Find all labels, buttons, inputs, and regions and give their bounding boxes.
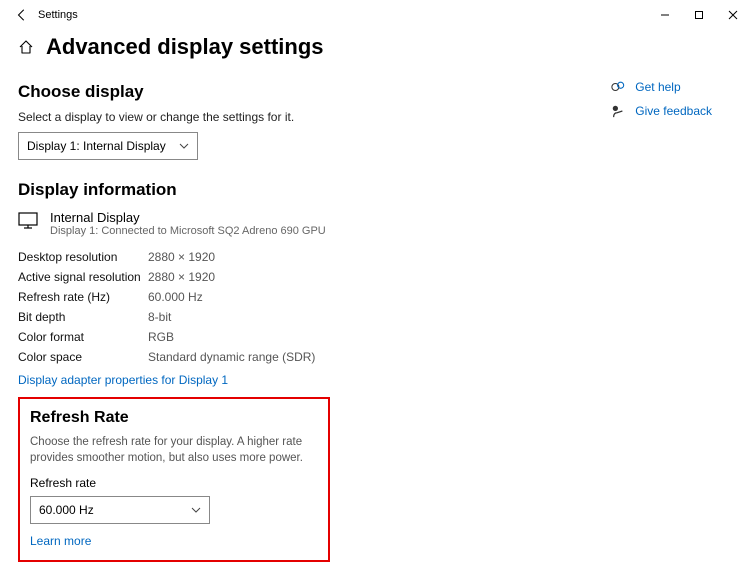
side-panel: Get help Give feedback <box>611 74 732 562</box>
table-row: Refresh rate (Hz)60.000 Hz <box>18 287 458 307</box>
refresh-rate-section: Refresh Rate Choose the refresh rate for… <box>18 397 330 562</box>
back-button[interactable] <box>8 8 36 22</box>
display-subtext: Display 1: Connected to Microsoft SQ2 Ad… <box>50 225 326 237</box>
chevron-down-icon <box>179 141 189 151</box>
choose-display-heading: Choose display <box>18 82 458 102</box>
adapter-properties-link[interactable]: Display adapter properties for Display 1 <box>18 373 458 387</box>
main-content: Choose display Select a display to view … <box>18 74 458 562</box>
display-selector-dropdown[interactable]: Display 1: Internal Display <box>18 132 198 160</box>
learn-more-link[interactable]: Learn more <box>30 534 318 548</box>
window-title: Settings <box>36 9 78 21</box>
display-name: Internal Display <box>50 210 326 225</box>
choose-display-helper: Select a display to view or change the s… <box>18 110 458 124</box>
display-summary: Internal Display Display 1: Connected to… <box>18 210 458 237</box>
table-row: Active signal resolution2880 × 1920 <box>18 267 458 287</box>
table-row: Color formatRGB <box>18 327 458 347</box>
get-help-link: Get help <box>635 80 680 94</box>
display-selector-value: Display 1: Internal Display <box>27 139 166 153</box>
table-row: Desktop resolution2880 × 1920 <box>18 247 458 267</box>
refresh-rate-label: Refresh rate <box>30 476 318 490</box>
close-button[interactable] <box>716 0 750 30</box>
page-title: Advanced display settings <box>46 34 324 60</box>
minimize-button[interactable] <box>648 0 682 30</box>
display-info-heading: Display information <box>18 180 458 200</box>
refresh-rate-value: 60.000 Hz <box>39 503 94 517</box>
page-header: Advanced display settings <box>0 30 750 68</box>
get-help-item[interactable]: Get help <box>611 80 712 94</box>
window-controls <box>648 0 750 30</box>
titlebar: Settings <box>0 0 750 30</box>
refresh-rate-dropdown[interactable]: 60.000 Hz <box>30 496 210 524</box>
refresh-rate-description: Choose the refresh rate for your display… <box>30 435 318 466</box>
chevron-down-icon <box>191 505 201 515</box>
table-row: Color spaceStandard dynamic range (SDR) <box>18 347 458 367</box>
monitor-icon <box>18 210 40 230</box>
display-info-table: Desktop resolution2880 × 1920 Active sig… <box>18 247 458 367</box>
refresh-rate-heading: Refresh Rate <box>30 409 318 427</box>
help-icon <box>611 80 627 94</box>
feedback-icon <box>611 104 627 118</box>
table-row: Bit depth8-bit <box>18 307 458 327</box>
give-feedback-link: Give feedback <box>635 104 712 118</box>
give-feedback-item[interactable]: Give feedback <box>611 104 712 118</box>
maximize-button[interactable] <box>682 0 716 30</box>
home-icon[interactable] <box>18 39 36 55</box>
